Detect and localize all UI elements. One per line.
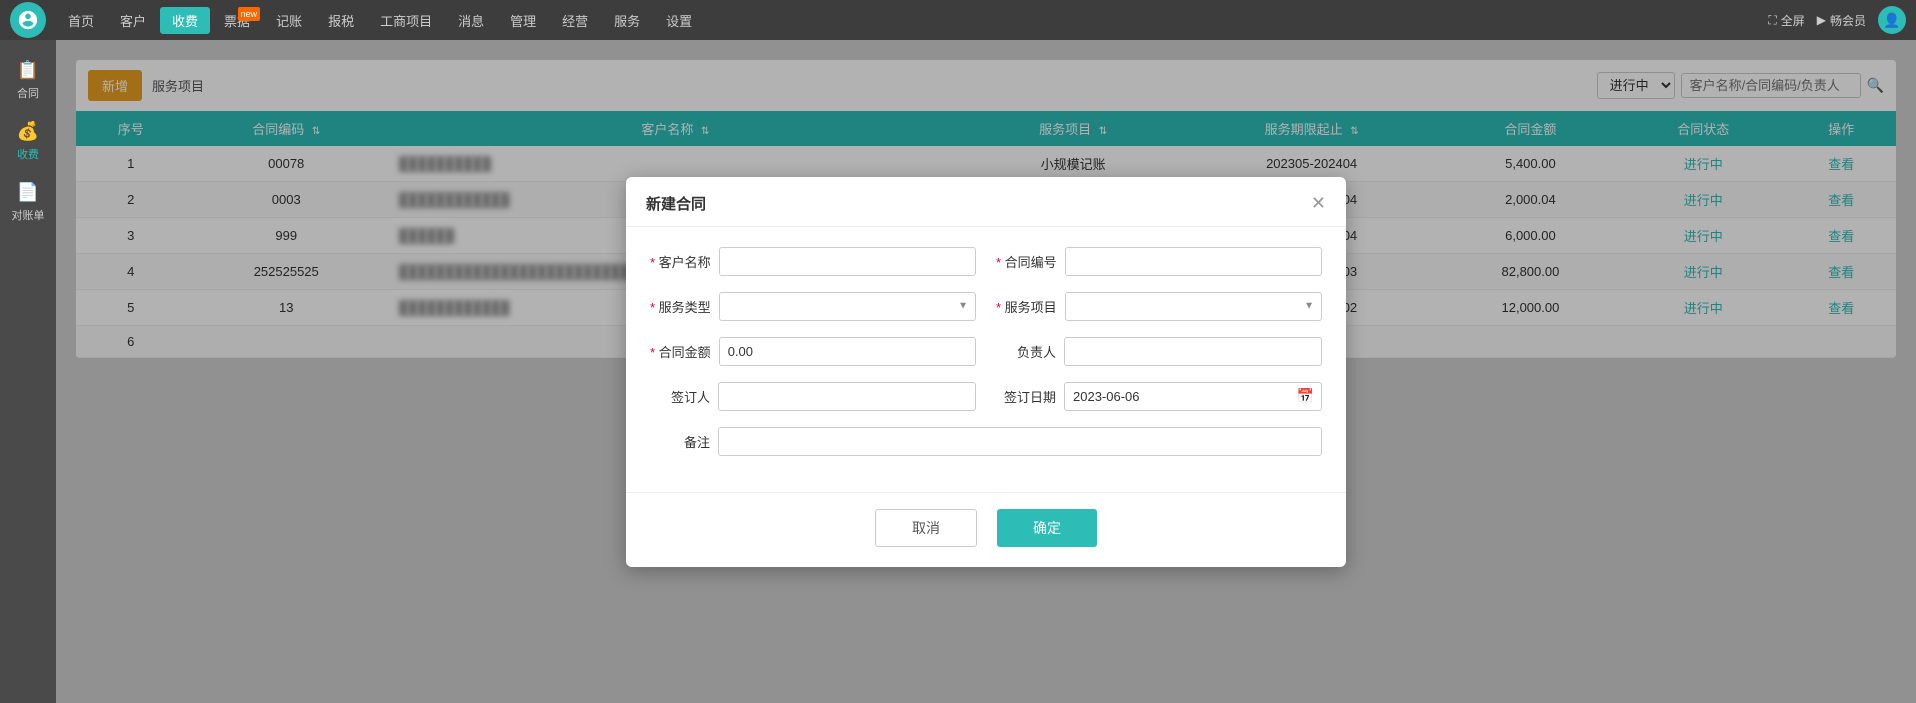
customer-name-input[interactable] [719, 247, 976, 276]
sidebar-item-statement[interactable]: 📄 对账单 [0, 172, 56, 233]
new-badge: new [238, 7, 261, 21]
contract-icon: 📋 [17, 60, 39, 81]
nav-tax[interactable]: 报税 [316, 7, 366, 34]
form-group-contract-no: 合同编号 [996, 247, 1322, 276]
service-type-select-wrap: ▼ [719, 292, 976, 321]
form-group-customer: 客户名称 [650, 247, 976, 276]
modal-header: 新建合同 ✕ [626, 177, 1346, 227]
form-group-service-type: 服务类型 ▼ [650, 292, 976, 321]
nav-customer[interactable]: 客户 [108, 7, 158, 34]
contract-amount-input[interactable] [719, 337, 976, 366]
nav-operation[interactable]: 经营 [550, 7, 600, 34]
sidebar: 📋 合同 💰 收费 📄 对账单 [0, 40, 56, 703]
form-group-service-item: 服务项目 ▼ [996, 292, 1322, 321]
service-item-select[interactable] [1065, 292, 1322, 321]
responsible-person-label: 负责人 [996, 342, 1056, 361]
cancel-button[interactable]: 取消 [875, 509, 977, 547]
nav-invoice[interactable]: 票据 new [212, 7, 262, 34]
main-layout: 📋 合同 💰 收费 📄 对账单 新增 服务项目 进行中 已完成 已终止 [0, 40, 1916, 703]
remark-input[interactable] [718, 427, 1322, 456]
form-row-3: 合同金额 负责人 [650, 337, 1322, 366]
form-row-4: 签订人 签订日期 📅 [650, 382, 1322, 411]
nav-business[interactable]: 工商项目 [368, 7, 444, 34]
nav-right: ⛶ 全屏 ▶ 畅会员 👤 [1768, 6, 1906, 34]
modal-body: 客户名称 合同编号 服务类型 [626, 227, 1346, 492]
sign-date-input[interactable] [1064, 382, 1322, 411]
modal-overlay: 新建合同 ✕ 客户名称 合同编号 [56, 40, 1916, 703]
form-group-responsible: 负责人 [996, 337, 1322, 366]
nav-service[interactable]: 服务 [602, 7, 652, 34]
form-group-remark: 备注 [650, 427, 1322, 456]
signer-label: 签订人 [650, 387, 710, 406]
responsible-person-input[interactable] [1064, 337, 1322, 366]
nav-billing[interactable]: 收费 [160, 7, 210, 34]
fullscreen-button[interactable]: ⛶ 全屏 [1768, 12, 1804, 29]
play-icon: ▶ [1817, 13, 1826, 27]
sign-date-wrap: 📅 [1064, 382, 1322, 411]
form-row-1: 客户名称 合同编号 [650, 247, 1322, 276]
modal-footer: 取消 确定 [626, 492, 1346, 567]
fullscreen-icon: ⛶ [1768, 13, 1776, 28]
nav-message[interactable]: 消息 [446, 7, 496, 34]
nav-settings[interactable]: 设置 [654, 7, 704, 34]
nav-home[interactable]: 首页 [56, 7, 106, 34]
sign-date-label: 签订日期 [996, 387, 1056, 406]
confirm-button[interactable]: 确定 [997, 509, 1097, 547]
form-group-sign-date: 签订日期 📅 [996, 382, 1322, 411]
billing-icon: 💰 [17, 121, 39, 142]
contract-no-label: 合同编号 [996, 252, 1057, 271]
nav-bookkeeping[interactable]: 记账 [264, 7, 314, 34]
modal-box: 新建合同 ✕ 客户名称 合同编号 [626, 177, 1346, 567]
logo [10, 2, 46, 38]
service-type-select[interactable] [719, 292, 976, 321]
sidebar-item-billing[interactable]: 💰 收费 [0, 111, 56, 172]
sidebar-item-contract[interactable]: 📋 合同 [0, 50, 56, 111]
statement-icon: 📄 [17, 182, 39, 203]
nav-manage[interactable]: 管理 [498, 7, 548, 34]
content-area: 新增 服务项目 进行中 已完成 已终止 🔍 序号 合同编码 ⇅ [56, 40, 1916, 703]
contract-amount-label: 合同金额 [650, 342, 711, 361]
service-item-select-wrap: ▼ [1065, 292, 1322, 321]
form-group-signer: 签订人 [650, 382, 976, 411]
member-button[interactable]: ▶ 畅会员 [1817, 12, 1866, 29]
remark-label: 备注 [650, 432, 710, 451]
modal-title: 新建合同 [646, 193, 706, 214]
service-item-label: 服务项目 [996, 297, 1057, 316]
service-type-label: 服务类型 [650, 297, 711, 316]
form-group-amount: 合同金额 [650, 337, 976, 366]
nav-items: 首页 客户 收费 票据 new 记账 报税 工商项目 消息 管理 经营 服务 设… [56, 7, 1768, 34]
customer-name-label: 客户名称 [650, 252, 711, 271]
contract-no-input[interactable] [1065, 247, 1322, 276]
form-row-2: 服务类型 ▼ 服务项目 [650, 292, 1322, 321]
calendar-icon[interactable]: 📅 [1297, 388, 1314, 405]
top-nav: 首页 客户 收费 票据 new 记账 报税 工商项目 消息 管理 经营 服务 设… [0, 0, 1916, 40]
avatar[interactable]: 👤 [1878, 6, 1906, 34]
form-row-5: 备注 [650, 427, 1322, 456]
signer-input[interactable] [718, 382, 976, 411]
modal-close-button[interactable]: ✕ [1311, 193, 1326, 214]
